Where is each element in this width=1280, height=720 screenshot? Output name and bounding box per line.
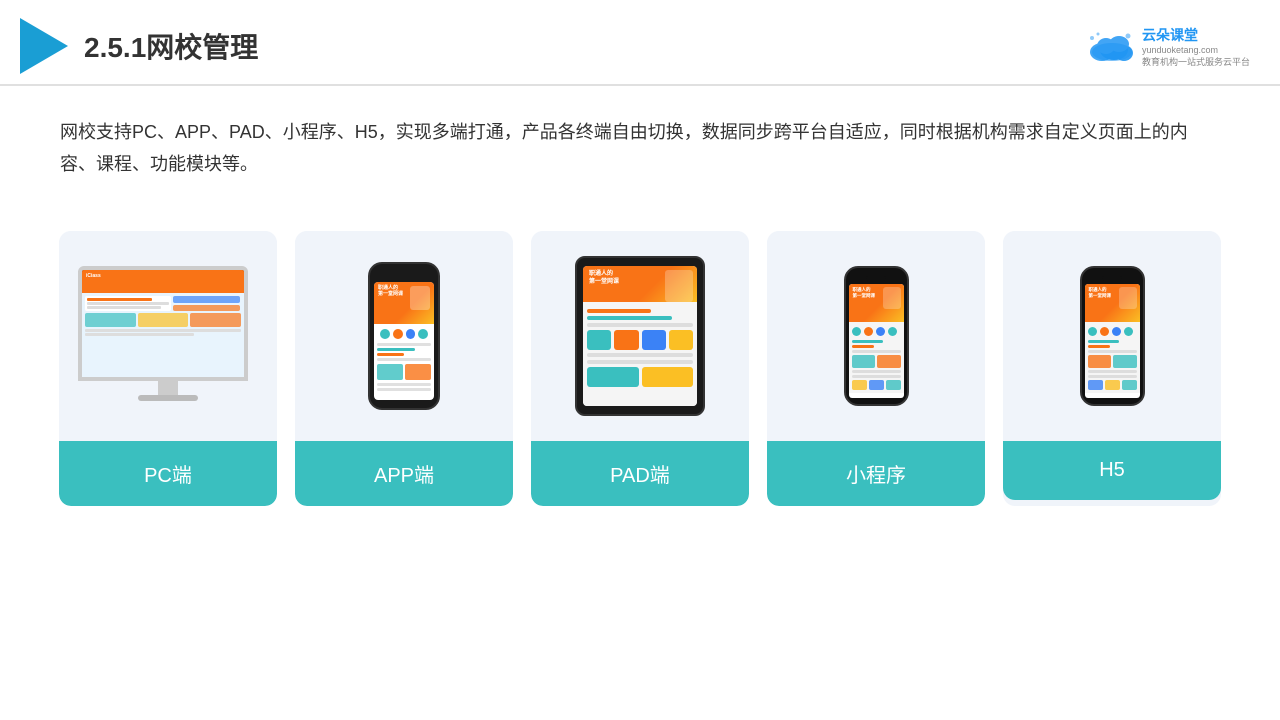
dot2 [393, 329, 403, 339]
mini-dot-row-h5 [1088, 325, 1137, 338]
card-image-app: 职通人的第一堂网课 [295, 231, 513, 441]
tcard1 [587, 330, 611, 350]
tcard2 [614, 330, 638, 350]
card-miniprogram: 职通人的第一堂网课 [767, 231, 985, 506]
line1 [377, 343, 431, 346]
card-h5: 职通人的第一堂网课 [1003, 231, 1221, 506]
hline5 [1088, 375, 1137, 378]
device-cards-container: iCiass [0, 201, 1280, 526]
mini-dot-row [852, 325, 901, 338]
monitor-base [138, 395, 198, 401]
tcard4 [669, 330, 693, 350]
card-pad: 职通人的第一堂网课 [531, 231, 749, 506]
dot1 [380, 329, 390, 339]
brand-name: 云朵课堂 [1142, 25, 1250, 45]
phone-notch [393, 272, 415, 278]
mini-phone-screen-mp: 职通人的第一堂网课 [849, 284, 904, 398]
line2 [377, 348, 415, 351]
mline1 [852, 340, 884, 343]
card-label-pad: PAD端 [531, 441, 749, 506]
phone-app: 职通人的第一堂网课 [368, 262, 440, 410]
monitor-stand [158, 381, 178, 395]
mline4 [852, 370, 901, 373]
line3 [377, 353, 404, 356]
mini-phone-notch-h5 [1102, 276, 1122, 281]
mini-phone-body-mp [849, 322, 904, 393]
tcard3 [642, 330, 666, 350]
phone-body-app [374, 324, 434, 396]
brand-url: yunduoketang.com [1142, 45, 1250, 55]
hline3 [1088, 350, 1137, 353]
card-image-miniprogram: 职通人的第一堂网课 [767, 231, 985, 441]
mline5 [852, 375, 901, 378]
card-image-h5: 职通人的第一堂网课 [1003, 231, 1221, 441]
cloud-logo-icon [1084, 30, 1136, 62]
tablet-body [583, 302, 697, 406]
page-title: 2.5.1网校管理 [84, 26, 258, 66]
card-label-miniprogram: 小程序 [767, 441, 985, 506]
mini-phone-screen-h5: 职通人的第一堂网课 [1085, 284, 1140, 398]
mdot4 [888, 327, 897, 336]
card-app: 职通人的第一堂网课 [295, 231, 513, 506]
phone-screen-app: 职通人的第一堂网课 [374, 282, 434, 400]
description-text: 网校支持PC、APP、PAD、小程序、H5，实现多端打通，产品各终端自由切换，数… [0, 86, 1280, 191]
mdot2 [864, 327, 873, 336]
card-label-app: APP端 [295, 441, 513, 506]
line6 [377, 388, 431, 391]
mini-phone-body-h5 [1085, 322, 1140, 393]
card-label-h5: H5 [1003, 441, 1221, 500]
dot4 [418, 329, 428, 339]
hline1 [1088, 340, 1120, 343]
card-label-pc: PC端 [59, 441, 277, 506]
mini-phone-miniprogram: 职通人的第一堂网课 [844, 266, 909, 406]
mini-phone-h5: 职通人的第一堂网课 [1080, 266, 1145, 406]
tab-line5 [587, 360, 693, 364]
brand-text: 云朵课堂 yunduoketang.com 教育机构一站式服务云平台 [1142, 25, 1250, 68]
line4 [377, 358, 431, 361]
pc-monitor: iCiass [78, 266, 258, 406]
mini-phone-header-h5: 职通人的第一堂网课 [1085, 284, 1140, 322]
mline2 [852, 345, 874, 348]
play-icon [20, 18, 68, 74]
tab-line4 [587, 353, 693, 357]
card-image-pad: 职通人的第一堂网课 [531, 231, 749, 441]
tablet-card-row1 [587, 330, 693, 350]
hdot3 [1112, 327, 1121, 336]
tablet-screen: 职通人的第一堂网课 [583, 266, 697, 406]
mini-phone-header-mp: 职通人的第一堂网课 [849, 284, 904, 322]
tablet-header: 职通人的第一堂网课 [583, 266, 697, 302]
tab-line1 [587, 309, 651, 313]
tab-line2 [587, 316, 672, 320]
line5 [377, 383, 431, 386]
hline2 [1088, 345, 1110, 348]
phone-header-app: 职通人的第一堂网课 [374, 282, 434, 324]
mdot1 [852, 327, 861, 336]
card-pc: iCiass [59, 231, 277, 506]
card-image-pc: iCiass [59, 231, 277, 441]
tab-line3 [587, 323, 693, 327]
tcard5 [587, 367, 639, 387]
tablet-card-row2 [587, 367, 693, 387]
monitor-screen: iCiass [78, 266, 248, 381]
tcard6 [642, 367, 694, 387]
hdot2 [1100, 327, 1109, 336]
phone-icon-row [377, 327, 431, 341]
brand-slogan: 教育机构一站式服务云平台 [1142, 55, 1250, 68]
logo-area: 云朵课堂 yunduoketang.com 教育机构一站式服务云平台 [1084, 25, 1250, 68]
mini-phone-notch [866, 276, 886, 281]
tablet-pad: 职通人的第一堂网课 [575, 256, 705, 416]
hline4 [1088, 370, 1137, 373]
dot3 [406, 329, 416, 339]
header-left: 2.5.1网校管理 [20, 18, 258, 74]
mdot3 [876, 327, 885, 336]
page-header: 2.5.1网校管理 云朵课堂 yunduoketang.com 教育机构一站式服… [0, 0, 1280, 86]
mline3 [852, 350, 901, 353]
hdot1 [1088, 327, 1097, 336]
hdot4 [1124, 327, 1133, 336]
